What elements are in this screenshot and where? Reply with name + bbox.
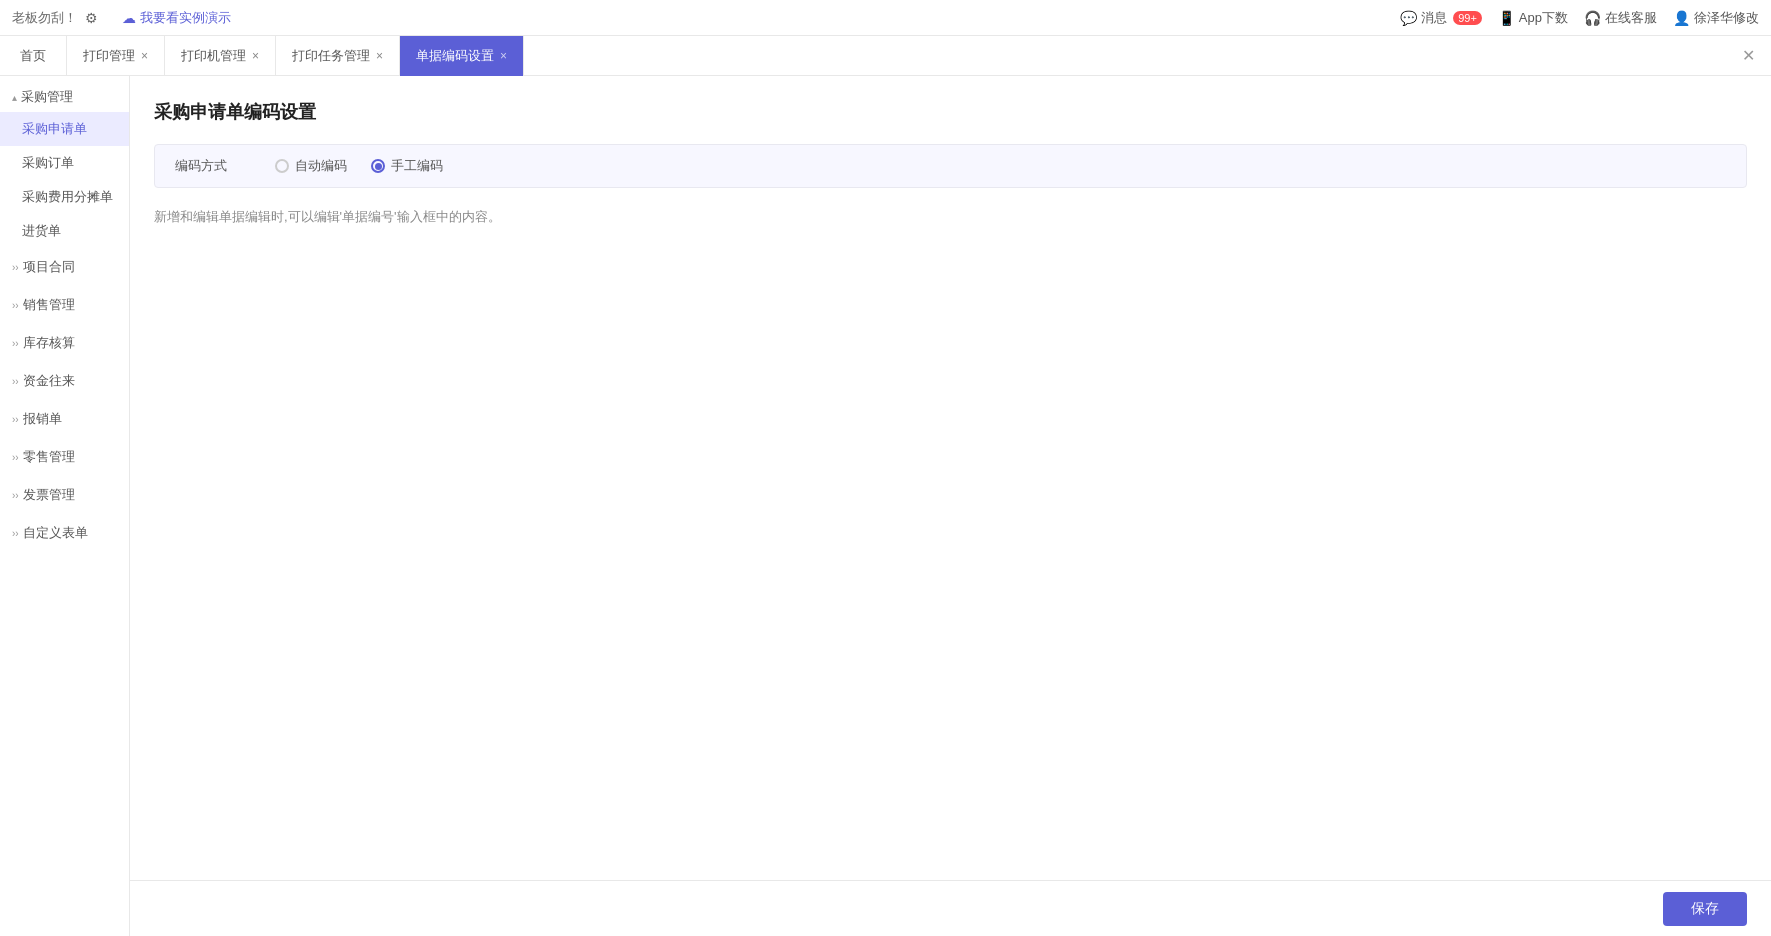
sales-manage-expand-icon: › xyxy=(12,300,19,311)
save-button[interactable]: 保存 xyxy=(1663,892,1747,926)
sidebar-group-project-contract[interactable]: › 项目合同 xyxy=(0,248,129,286)
service-icon xyxy=(1584,10,1601,26)
sidebar-group-inventory[interactable]: › 库存核算 xyxy=(0,324,129,362)
settings-icon[interactable] xyxy=(85,10,98,26)
tab-print-task[interactable]: 打印任务管理 xyxy=(276,36,400,76)
sidebar: 采购管理 采购申请单 采购订单 采购费用分摊单 进货单 › 项目合同 › 销售管… xyxy=(0,76,130,936)
tab-print-manage[interactable]: 打印管理 xyxy=(67,36,165,76)
app-icon xyxy=(1498,10,1515,26)
purchase-expand-icon xyxy=(12,92,17,103)
content-area: 采购申请单编码设置 编码方式 自动编码 手工编码 新增和编辑单据编辑时,可以编辑… xyxy=(130,76,1771,936)
radio-manual-encoding[interactable]: 手工编码 xyxy=(371,157,443,175)
sidebar-group-custom-form[interactable]: › 自定义表单 xyxy=(0,514,129,552)
tab-close-barcode-setting[interactable] xyxy=(500,49,507,63)
radio-manual-circle xyxy=(371,159,385,173)
sidebar-group-purchase[interactable]: 采购管理 xyxy=(0,76,129,112)
sidebar-item-purchase-order[interactable]: 采购订单 xyxy=(0,146,129,180)
encoding-radio-group: 自动编码 手工编码 xyxy=(275,157,443,175)
notice-button[interactable]: 消息 99+ xyxy=(1400,9,1482,27)
notice-badge: 99+ xyxy=(1453,11,1482,25)
tab-close-print-task[interactable] xyxy=(376,49,383,63)
top-bar-right: 消息 99+ App下数 在线客服 徐泽华修改 xyxy=(1400,9,1759,27)
page-title: 采购申请单编码设置 xyxy=(154,100,1747,124)
top-bar-left: 老板勿刮！ ☁ 我要看实例演示 xyxy=(12,9,231,27)
content-inner: 采购申请单编码设置 编码方式 自动编码 手工编码 新增和编辑单据编辑时,可以编辑… xyxy=(130,76,1771,880)
sidebar-group-returns[interactable]: › 报销单 xyxy=(0,400,129,438)
returns-expand-icon: › xyxy=(12,414,19,425)
tab-bar-close-button[interactable]: ✕ xyxy=(1726,46,1771,65)
message-icon xyxy=(1400,10,1417,26)
sidebar-item-stock-in[interactable]: 进货单 xyxy=(0,214,129,248)
tab-close-printer-manage[interactable] xyxy=(252,49,259,63)
tab-close-print-manage[interactable] xyxy=(141,49,148,63)
content-footer: 保存 xyxy=(130,880,1771,936)
tab-printer-manage[interactable]: 打印机管理 xyxy=(165,36,276,76)
inventory-expand-icon: › xyxy=(12,338,19,349)
top-bar: 老板勿刮！ ☁ 我要看实例演示 消息 99+ App下数 在线客服 徐泽华修改 xyxy=(0,0,1771,36)
sidebar-item-purchase-expense[interactable]: 采购费用分摊单 xyxy=(0,180,129,214)
demo-link[interactable]: ☁ 我要看实例演示 xyxy=(122,9,231,27)
main-layout: 采购管理 采购申请单 采购订单 采购费用分摊单 进货单 › 项目合同 › 销售管… xyxy=(0,76,1771,936)
encoding-section: 编码方式 自动编码 手工编码 xyxy=(154,144,1747,188)
retail-expand-icon: › xyxy=(12,452,19,463)
sidebar-item-purchase-request[interactable]: 采购申请单 xyxy=(0,112,129,146)
hint-text: 新增和编辑单据编辑时,可以编辑'单据编号'输入框中的内容。 xyxy=(154,208,1747,226)
encoding-label: 编码方式 xyxy=(175,157,235,175)
tab-home[interactable]: 首页 xyxy=(0,36,67,76)
project-contract-expand-icon: › xyxy=(12,262,19,273)
custom-form-expand-icon: › xyxy=(12,528,19,539)
sidebar-group-finance[interactable]: › 资金往来 xyxy=(0,362,129,400)
tab-bar: 首页 打印管理 打印机管理 打印任务管理 单据编码设置 ✕ xyxy=(0,36,1771,76)
tab-barcode-setting[interactable]: 单据编码设置 xyxy=(400,36,524,76)
app-download-button[interactable]: App下数 xyxy=(1498,9,1568,27)
online-service-button[interactable]: 在线客服 xyxy=(1584,9,1657,27)
sidebar-group-invoice[interactable]: › 发票管理 xyxy=(0,476,129,514)
user-avatar-icon xyxy=(1673,10,1690,26)
sidebar-group-sales-manage[interactable]: › 销售管理 xyxy=(0,286,129,324)
app-title: 老板勿刮！ xyxy=(12,9,77,27)
cloud-icon: ☁ xyxy=(122,10,136,26)
radio-auto-circle xyxy=(275,159,289,173)
invoice-expand-icon: › xyxy=(12,490,19,501)
user-menu-button[interactable]: 徐泽华修改 xyxy=(1673,9,1759,27)
sidebar-group-retail[interactable]: › 零售管理 xyxy=(0,438,129,476)
finance-expand-icon: › xyxy=(12,376,19,387)
radio-auto-encoding[interactable]: 自动编码 xyxy=(275,157,347,175)
